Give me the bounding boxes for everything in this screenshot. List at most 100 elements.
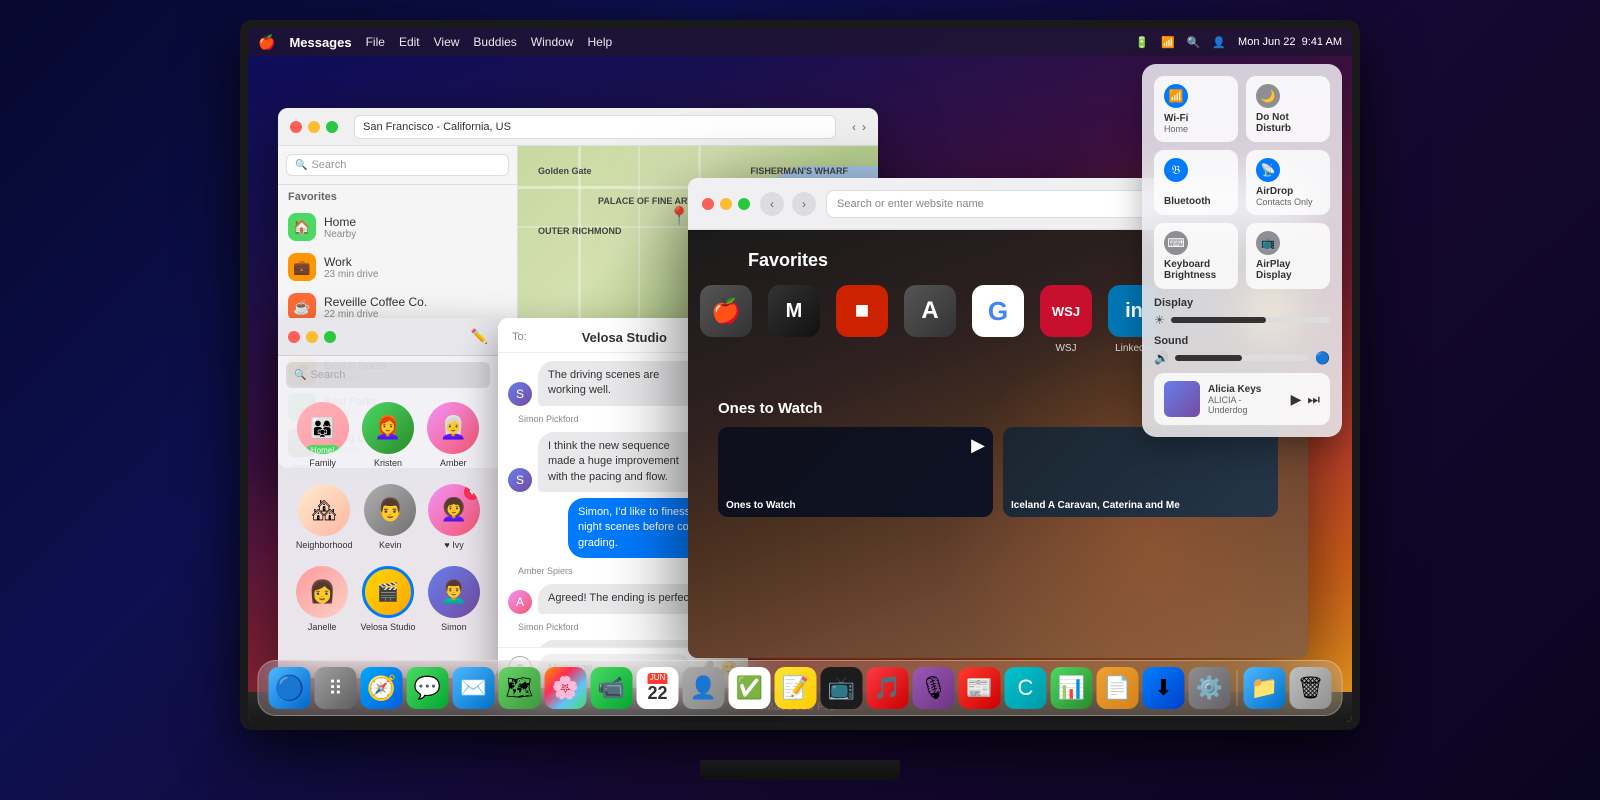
contact-velosa[interactable]: 🎬 Velosa Studio [360, 566, 415, 632]
maps-nav-back[interactable]: ‹ [852, 120, 856, 134]
fav-wsj[interactable]: WSJ WSJ [1040, 285, 1092, 365]
safari-close-button[interactable] [702, 198, 714, 210]
cc-music-tile[interactable]: Alicia Keys ALICIA - Underdog ▶ ⏭ [1154, 373, 1330, 425]
view-menu[interactable]: View [434, 35, 460, 49]
safari-back-button[interactable]: ‹ [760, 192, 784, 216]
safari-forward-button[interactable]: › [792, 192, 816, 216]
music-play-button[interactable]: ▶ [1291, 391, 1302, 408]
contact-neighborhood[interactable]: 🏘 Neighborhood [296, 484, 353, 550]
maps-item-home[interactable]: 🏠 Home Nearby [278, 207, 517, 247]
dock-trash[interactable]: 🗑 [1290, 667, 1332, 709]
dock-sysprefs[interactable]: ⚙️ [1189, 667, 1231, 709]
maps-item-work[interactable]: 💼 Work 23 min drive [278, 247, 517, 287]
safari-maximize-button[interactable] [738, 198, 750, 210]
close-button[interactable] [290, 121, 302, 133]
menubar: 🍎 Messages File Edit View Buddies Window… [248, 28, 1352, 56]
search-menu[interactable]: 🔍 [1187, 36, 1201, 49]
dock-facetime[interactable]: 📹 [591, 667, 633, 709]
card-ones-to-watch[interactable]: ▶ Ones to Watch [718, 427, 993, 517]
fav-wsj-label: WSJ [1055, 343, 1076, 354]
messages-sidebar-window[interactable]: ✏️ 🔍 Search 👨‍👩‍👧 Home! [278, 318, 498, 678]
maximize-button[interactable] [326, 121, 338, 133]
dock-podcasts[interactable]: 🎙 [913, 667, 955, 709]
cc-airdrop-tile[interactable]: 📡 AirDrop Contacts Only [1246, 150, 1330, 215]
help-menu[interactable]: Help [587, 35, 612, 49]
dock-appletv[interactable]: 📺 [821, 667, 863, 709]
dock-appstore[interactable]: ⬇ [1143, 667, 1185, 709]
contact-kevin[interactable]: 👨 Kevin [364, 484, 416, 550]
cc-keyboard-label: Keyboard Brightness [1164, 259, 1228, 281]
safari-minimize-button[interactable] [720, 198, 732, 210]
maps-location-bar[interactable]: San Francisco - California, US [354, 115, 836, 139]
dock-news[interactable]: 📰 [959, 667, 1001, 709]
contact-ivy[interactable]: 👩‍🦱 ♥ ♥ Ivy [428, 484, 480, 550]
cc-display-label: Display [1154, 297, 1330, 309]
maps-nav-fwd[interactable]: › [862, 120, 866, 134]
cc-bluetooth-tile[interactable]: 𝔅 Bluetooth [1154, 150, 1238, 215]
card-iceland[interactable]: Iceland A Caravan, Caterina and Me [1003, 427, 1278, 517]
dock-launchpad[interactable]: ⠿ [315, 667, 357, 709]
dock-finder[interactable]: 🔵 [269, 667, 311, 709]
dock-messages[interactable]: 💬 [407, 667, 449, 709]
brightness-slider[interactable] [1171, 317, 1330, 323]
msg-minimize-button[interactable] [306, 331, 318, 343]
cc-keyboard-tile[interactable]: ⌨ Keyboard Brightness [1154, 223, 1238, 289]
contact-family[interactable]: 👨‍👩‍👧 Home! Family [297, 402, 349, 468]
dock-contacts[interactable]: 👤 [683, 667, 725, 709]
cc-wifi-tile[interactable]: 📶 Wi-Fi Home [1154, 76, 1238, 142]
contact-simon[interactable]: 👨‍🦱 Simon [428, 566, 480, 632]
kevin-name: Kevin [379, 540, 402, 550]
coffee-icon: ☕ [288, 293, 316, 321]
window-menu[interactable]: Window [531, 35, 574, 49]
msg-close-button[interactable] [288, 331, 300, 343]
messages-search[interactable]: 🔍 Search [286, 362, 490, 388]
msg-compose-button[interactable]: ✏️ [471, 328, 488, 346]
brightness-icon: ☀ [1154, 313, 1165, 327]
edit-menu[interactable]: Edit [399, 35, 420, 49]
content-cards: ▶ Ones to Watch Iceland A Caravan, Cater… [718, 427, 1278, 517]
dock-pages[interactable]: 📄 [1097, 667, 1139, 709]
volume-icon: 🔊 [1154, 351, 1169, 365]
buddies-menu[interactable]: Buddies [473, 35, 516, 49]
msg-bubble-5: I think it's really starting to shine. [538, 640, 708, 647]
cc-wifi-sub: Home [1164, 124, 1228, 134]
dock-safari[interactable]: 🧭 [361, 667, 403, 709]
janelle-name: Janelle [308, 622, 337, 632]
safari-traffic-lights [702, 198, 750, 210]
chat-recipient: Velosa Studio [582, 330, 667, 345]
minimize-button[interactable] [308, 121, 320, 133]
fav-medium[interactable]: M [768, 285, 820, 365]
maps-work-name: Work [324, 255, 507, 269]
cc-dnd-tile[interactable]: 🌙 Do Not Disturb [1246, 76, 1330, 142]
file-menu[interactable]: File [366, 35, 385, 49]
dock-notes[interactable]: 📝 [775, 667, 817, 709]
apple-menu[interactable]: 🍎 [258, 34, 275, 51]
ivy-name: ♥ Ivy [444, 540, 463, 550]
contact-janelle[interactable]: 👩 Janelle [296, 566, 348, 632]
dock-calendar[interactable]: JUN 22 [637, 667, 679, 709]
volume-slider[interactable] [1175, 355, 1309, 361]
dock-maps[interactable]: 🗺 [499, 667, 541, 709]
dock-mail[interactable]: ✉️ [453, 667, 495, 709]
fav-a[interactable]: A [904, 285, 956, 365]
music-title: Alicia Keys [1208, 384, 1283, 395]
cc-airplay-tile[interactable]: 📺 AirPlay Display [1246, 223, 1330, 289]
msg-maximize-button[interactable] [324, 331, 336, 343]
fav-apple[interactable]: 🍎 [700, 285, 752, 365]
contact-kristen[interactable]: 👩‍🦰 Kristen [362, 402, 414, 468]
fav-google[interactable]: G [972, 285, 1024, 365]
music-skip-button[interactable]: ⏭ [1307, 391, 1320, 408]
maps-search-input[interactable]: 🔍 Search [286, 154, 509, 176]
dock-canva[interactable]: C [1005, 667, 1047, 709]
dock-photos[interactable]: 🌸 [545, 667, 587, 709]
dock-numbers[interactable]: 📊 [1051, 667, 1093, 709]
dock-stack[interactable]: 📁 [1244, 667, 1286, 709]
app-menu[interactable]: Messages [289, 35, 351, 50]
messages-titlebar: ✏️ [278, 318, 498, 356]
user-menu[interactable]: 👤 [1212, 36, 1226, 49]
contact-amber[interactable]: 👩‍🦳 Amber [427, 402, 479, 468]
dock-reminders[interactable]: ✅ [729, 667, 771, 709]
dock-music[interactable]: 🎵 [867, 667, 909, 709]
fav-red[interactable]: ■ [836, 285, 888, 365]
cc-airplay-label: AirPlay Display [1256, 259, 1320, 281]
